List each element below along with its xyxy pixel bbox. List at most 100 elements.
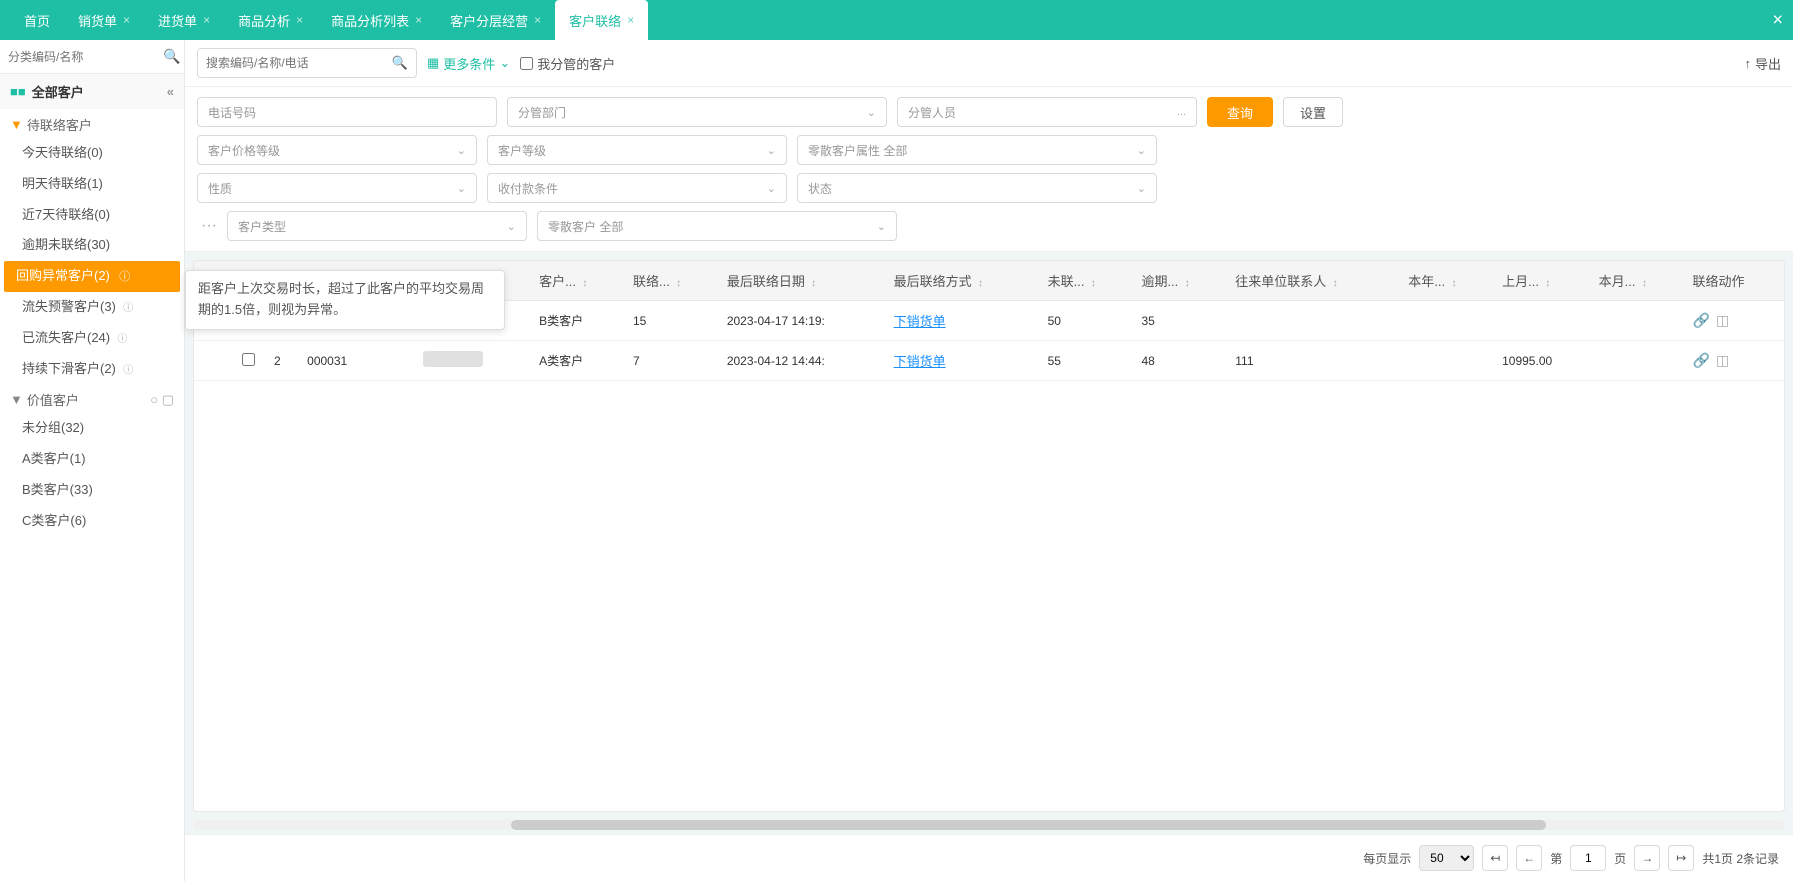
close-all-tabs[interactable]: ×: [1772, 10, 1783, 31]
filter-search-input[interactable]: [206, 56, 392, 70]
col-last-method[interactable]: 最后联络方式 ↕: [886, 261, 1040, 301]
row-last-date: 2023-04-17 14:19:: [719, 301, 886, 341]
more-conditions-btn[interactable]: ▦ 更多条件 ⌄: [427, 54, 510, 73]
sidebar-item-unclassified[interactable]: 未分组(32): [0, 413, 184, 444]
filter-payment[interactable]: 收付款条件 ⌄: [487, 173, 787, 203]
chevron-down-icon: ⌄: [507, 220, 516, 233]
chevron-down-icon: ⌄: [767, 144, 776, 157]
filter-search-icon[interactable]: 🔍: [392, 55, 408, 71]
close-tab-sales[interactable]: ×: [123, 13, 130, 27]
close-tab-product-analysis-list[interactable]: ×: [415, 13, 422, 27]
sidebar-item-today[interactable]: 今天待联络(0): [0, 138, 184, 169]
col-year[interactable]: 本年... ↕: [1400, 261, 1494, 301]
row-code[interactable]: 000031: [299, 341, 415, 381]
filter-price-level[interactable]: 客户价格等级 ⌄: [197, 135, 477, 165]
page-number-input[interactable]: [1570, 845, 1606, 871]
row-action-grid-icon[interactable]: ◫: [1716, 312, 1729, 329]
sidebar-all-customers[interactable]: ■■ 全部客户 «: [0, 74, 184, 109]
col-this-month[interactable]: 本月... ↕: [1591, 261, 1685, 301]
filter-person[interactable]: 分管人员 ...: [897, 97, 1197, 127]
settings-button[interactable]: 设置: [1283, 97, 1343, 127]
horizontal-scrollbar[interactable]: [193, 820, 1785, 830]
row-checkbox: [230, 341, 266, 381]
sidebar-item-class-b[interactable]: B类客户(33): [0, 475, 184, 506]
row-select-checkbox[interactable]: [242, 353, 255, 366]
sidebar-collapse-btn[interactable]: «: [167, 84, 174, 99]
first-page-btn[interactable]: ↤: [1482, 845, 1508, 871]
sidebar-item-loss-warning[interactable]: 流失预警客户(3) ⓘ: [0, 292, 184, 323]
sidebar-item-lost[interactable]: 已流失客户(24) ⓘ: [0, 323, 184, 354]
filter-retail-customer[interactable]: 零散客户 全部 ⌄: [537, 211, 897, 241]
col-company-contact[interactable]: 往来单位联系人 ↕: [1227, 261, 1400, 301]
filter-nature[interactable]: 性质 ⌄: [197, 173, 477, 203]
row-actions: 🔗 ◫: [1685, 301, 1785, 341]
filter-row-1: 电话号码 分管部门 ⌄ 分管人员 ... 查询 设置: [197, 97, 1781, 127]
filter-customer-type[interactable]: 客户类型 ⌄: [227, 211, 527, 241]
tab-customer-contact[interactable]: 客户联络 ×: [555, 0, 648, 40]
filter-customer-level[interactable]: 客户等级 ⌄: [487, 135, 787, 165]
scrollbar-thumb: [511, 820, 1546, 830]
close-tab-customer-stratification[interactable]: ×: [534, 13, 541, 27]
filter-retail-attr[interactable]: 零散客户属性 全部 ⌄: [797, 135, 1157, 165]
per-page-select[interactable]: 50 100 200: [1419, 845, 1474, 871]
row-unread: 50: [1040, 301, 1134, 341]
sidebar-edit-icons[interactable]: ○ ▢: [150, 392, 174, 408]
tab-purchase[interactable]: 进货单 ×: [144, 0, 224, 40]
row-this-month: [1591, 301, 1685, 341]
col-last-month[interactable]: 上月... ↕: [1494, 261, 1591, 301]
export-icon: ↑: [1744, 56, 1751, 71]
next-page-btn[interactable]: →: [1634, 845, 1660, 871]
sort-year-icon: ↕: [1451, 278, 1456, 289]
tab-customer-stratification[interactable]: 客户分层经营 ×: [436, 0, 555, 40]
sidebar-group-value[interactable]: ▼ 价值客户 ○ ▢: [0, 384, 184, 413]
col-contact[interactable]: 联络... ↕: [625, 261, 719, 301]
row-action-link-icon[interactable]: 🔗: [1693, 352, 1710, 369]
row-index: 2: [266, 341, 299, 381]
sidebar-item-overdue[interactable]: 逾期未联络(30): [0, 230, 184, 261]
tab-product-analysis-list[interactable]: 商品分析列表 ×: [317, 0, 436, 40]
table-area: ⚙ 客户编码 ↕ 客户名称 ↕: [193, 260, 1785, 812]
sidebar-item-tomorrow[interactable]: 明天待联络(1): [0, 169, 184, 200]
close-tab-purchase[interactable]: ×: [203, 13, 210, 27]
sidebar-search-icon[interactable]: 🔍: [163, 48, 180, 65]
tab-home[interactable]: 首页: [10, 0, 64, 40]
col-unread[interactable]: 未联... ↕: [1040, 261, 1134, 301]
sort-unread-icon: ↕: [1091, 278, 1096, 289]
filter-icon: ▦: [427, 55, 439, 71]
row-action-link-icon[interactable]: 🔗: [1693, 312, 1710, 329]
close-tab-customer-contact[interactable]: ×: [627, 13, 634, 27]
row-last-method[interactable]: 下销货单: [886, 301, 1040, 341]
sidebar-item-7days[interactable]: 近7天待联络(0): [0, 200, 184, 231]
chevron-down-icon: ⌄: [867, 106, 876, 119]
last-page-btn[interactable]: ↦: [1668, 845, 1694, 871]
query-button[interactable]: 查询: [1207, 97, 1273, 127]
filter-phone[interactable]: 电话号码: [197, 97, 497, 127]
sort-type-icon: ↕: [582, 278, 587, 289]
row-last-method[interactable]: 下销货单: [886, 341, 1040, 381]
col-type[interactable]: 客户... ↕: [531, 261, 625, 301]
row-this-month: [1591, 341, 1685, 381]
tab-product-analysis[interactable]: 商品分析 ×: [224, 0, 317, 40]
col-overdue[interactable]: 逾期... ↕: [1133, 261, 1227, 301]
row-action-grid-icon[interactable]: ◫: [1716, 352, 1729, 369]
sidebar-item-declining[interactable]: 持续下滑客户(2) ⓘ: [0, 354, 184, 385]
my-customers-checkbox[interactable]: [520, 57, 533, 70]
sort-this-month-icon: ↕: [1642, 278, 1647, 289]
chevron-down-icon: ⌄: [457, 182, 466, 195]
export-btn[interactable]: ↑ 导出: [1744, 54, 1781, 73]
more-dots[interactable]: ···: [201, 217, 217, 235]
sidebar-search-container: 🔍: [0, 40, 184, 74]
prev-page-btn[interactable]: ←: [1516, 845, 1542, 871]
sidebar-item-repurchase-abnormal[interactable]: 回购异常客户(2) ⓘ: [4, 261, 180, 292]
filter-dept[interactable]: 分管部门 ⌄: [507, 97, 887, 127]
sidebar-search-input[interactable]: [8, 50, 163, 64]
filter-status[interactable]: 状态 ⌄: [797, 173, 1157, 203]
col-last-date[interactable]: 最后联络日期 ↕: [719, 261, 886, 301]
sort-company-contact-icon: ↕: [1333, 278, 1338, 289]
close-tab-product-analysis[interactable]: ×: [296, 13, 303, 27]
sidebar-group-pending[interactable]: ▼ 待联络客户: [0, 109, 184, 138]
tab-sales[interactable]: 销货单 ×: [64, 0, 144, 40]
sidebar-item-class-c[interactable]: C类客户(6): [0, 506, 184, 537]
sidebar-item-class-a[interactable]: A类客户(1): [0, 444, 184, 475]
row-company-contact: [1227, 301, 1400, 341]
